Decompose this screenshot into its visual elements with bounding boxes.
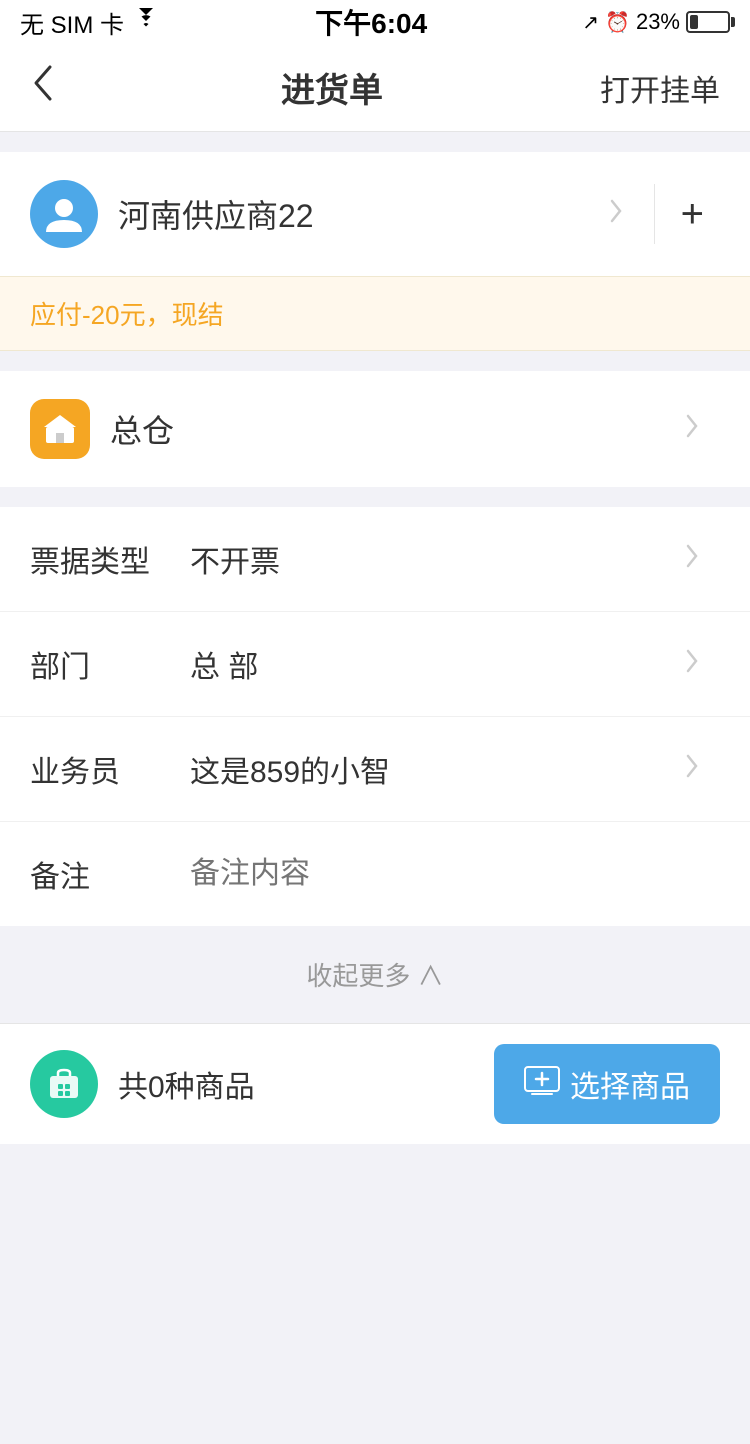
location-icon: ↗ [582, 10, 599, 35]
bottom-area [0, 1144, 750, 1444]
carrier-text: 无 SIM 卡 [20, 5, 124, 40]
open-pending-button[interactable]: 打开挂单 [600, 66, 720, 110]
warehouse-name: 总仓 [110, 406, 684, 452]
product-icon [30, 1050, 98, 1118]
warehouse-row[interactable]: 总仓 [0, 371, 750, 487]
status-time: 下午6:04 [315, 2, 427, 42]
form-section: 票据类型 不开票 部门 总 部 业务员 这是859的小智 备注 [0, 507, 750, 926]
product-count: 共0种商品 [118, 1062, 494, 1106]
remark-label: 备注 [30, 852, 170, 896]
product-footer: 共0种商品 选择商品 [0, 1023, 750, 1144]
select-product-icon [524, 1066, 560, 1103]
staff-value: 这是859的小智 [190, 747, 684, 791]
supplier-row[interactable]: 河南供应商22 + [0, 152, 750, 276]
status-left: 无 SIM 卡 [20, 5, 160, 40]
invoice-label: 票据类型 [30, 537, 170, 581]
supplier-avatar [30, 180, 98, 248]
staff-chevron-icon [684, 752, 700, 787]
divider [654, 184, 655, 244]
select-product-button[interactable]: 选择商品 [494, 1044, 720, 1124]
status-right: ↗ ⏰ 23% [582, 9, 730, 35]
collapse-section[interactable]: 收起更多 ∧ [0, 926, 750, 1023]
battery-icon [686, 11, 730, 33]
warehouse-icon [30, 399, 90, 459]
alarm-icon: ⏰ [605, 10, 630, 35]
nav-bar: 进货单 打开挂单 [0, 44, 750, 132]
wifi-icon [132, 8, 160, 36]
supplier-name: 河南供应商22 [118, 191, 608, 237]
dept-label: 部门 [30, 642, 170, 686]
remark-input[interactable] [190, 857, 720, 891]
invoice-chevron-icon [684, 542, 700, 577]
notice-text: 应付-20元，现结 [30, 300, 224, 330]
remark-row[interactable]: 备注 [0, 822, 750, 926]
page-title: 进货单 [281, 63, 383, 112]
dept-chevron-icon [684, 647, 700, 682]
supplier-chevron-icon [608, 197, 624, 232]
staff-label: 业务员 [30, 747, 170, 791]
invoice-row[interactable]: 票据类型 不开票 [0, 507, 750, 612]
add-supplier-button[interactable]: + [665, 192, 720, 237]
status-bar: 无 SIM 卡 下午6:04 ↗ ⏰ 23% [0, 0, 750, 44]
content-area: 河南供应商22 + 应付-20元，现结 总仓 票据类型 不 [0, 152, 750, 1444]
select-product-label: 选择商品 [570, 1062, 690, 1106]
warehouse-chevron-icon [684, 412, 700, 447]
staff-row[interactable]: 业务员 这是859的小智 [0, 717, 750, 822]
collapse-label: 收起更多 ∧ [306, 956, 443, 993]
dept-row[interactable]: 部门 总 部 [0, 612, 750, 717]
dept-value: 总 部 [190, 642, 684, 686]
invoice-value: 不开票 [190, 537, 684, 581]
supplier-card: 河南供应商22 + 应付-20元，现结 [0, 152, 750, 351]
back-button[interactable] [20, 53, 64, 122]
battery-percent: 23% [636, 9, 680, 35]
notice-bar: 应付-20元，现结 [0, 276, 750, 351]
